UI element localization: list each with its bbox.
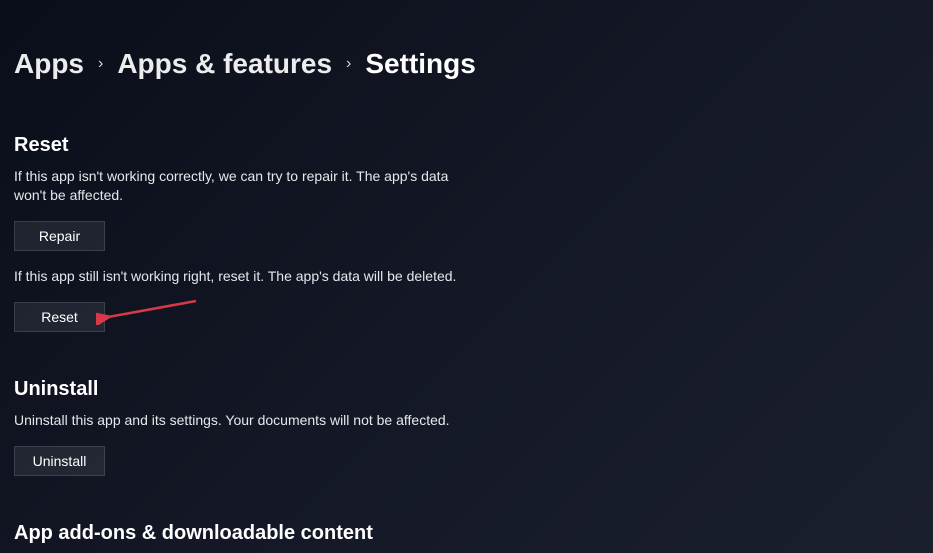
- chevron-right-icon: ›: [98, 55, 103, 73]
- reset-title: Reset: [14, 134, 484, 157]
- reset-section: Reset If this app isn't working correctl…: [14, 134, 484, 332]
- breadcrumb: Apps › Apps & features › Settings: [14, 48, 919, 80]
- repair-description: If this app isn't working correctly, we …: [14, 167, 459, 205]
- breadcrumb-apps-features[interactable]: Apps & features: [117, 48, 332, 80]
- reset-description: If this app still isn't working right, r…: [14, 267, 459, 286]
- reset-button[interactable]: Reset: [14, 302, 105, 332]
- addons-section: App add-ons & downloadable content: [14, 522, 484, 545]
- addons-title: App add-ons & downloadable content: [14, 522, 484, 545]
- uninstall-button[interactable]: Uninstall: [14, 446, 105, 476]
- breadcrumb-apps[interactable]: Apps: [14, 48, 84, 80]
- uninstall-section: Uninstall Uninstall this app and its set…: [14, 378, 484, 476]
- breadcrumb-current: Settings: [365, 48, 475, 80]
- uninstall-description: Uninstall this app and its settings. You…: [14, 411, 459, 430]
- repair-button[interactable]: Repair: [14, 221, 105, 251]
- uninstall-title: Uninstall: [14, 378, 484, 401]
- chevron-right-icon: ›: [346, 55, 351, 73]
